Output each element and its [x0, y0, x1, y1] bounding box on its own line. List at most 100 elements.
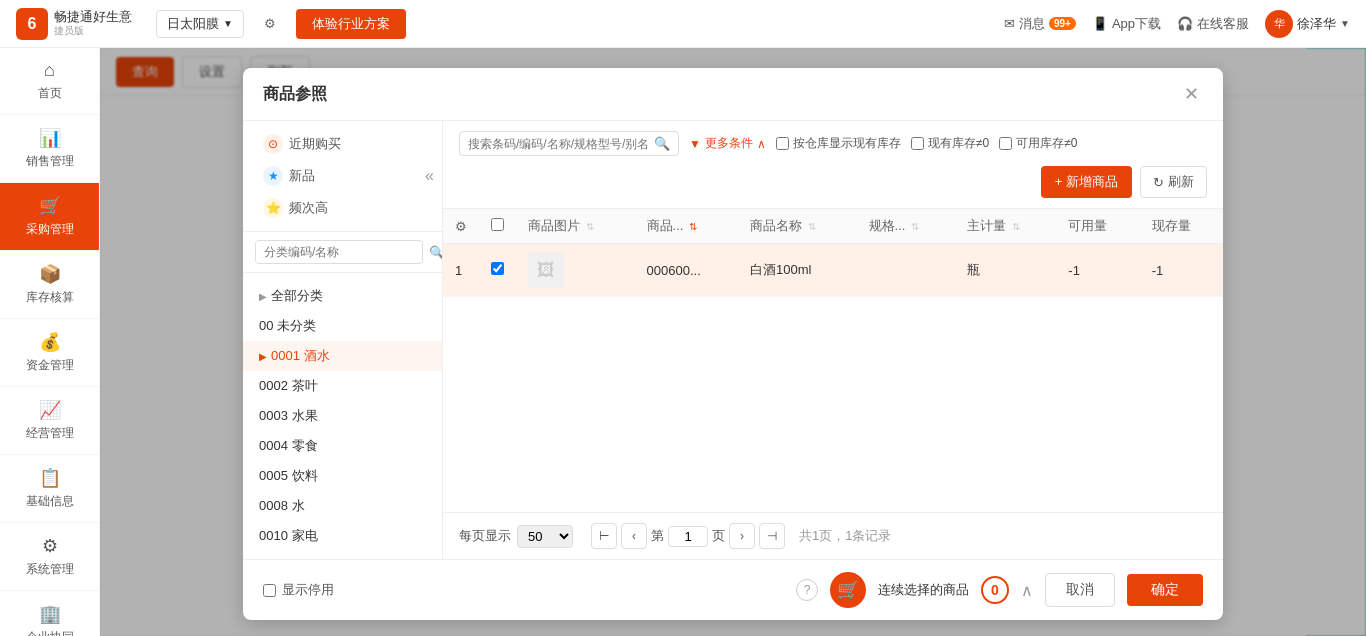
footer-right: ? 🛒 连续选择的商品 0 ∧ 取消 确定	[796, 572, 1203, 608]
sidebar-item-label: 库存核算	[26, 289, 74, 306]
col-code[interactable]: 商品... ⇅	[635, 209, 738, 244]
cart-button[interactable]: 🛒	[830, 572, 866, 608]
col-unit[interactable]: 主计量 ⇅	[955, 209, 1056, 244]
show-disabled-checkbox[interactable]: 显示停用	[263, 581, 334, 599]
col-unit-label: 主计量	[967, 218, 1006, 233]
add-product-button[interactable]: + 新增商品	[1041, 166, 1132, 198]
sidebar-item-label: 基础信息	[26, 493, 74, 510]
cta-button[interactable]: 体验行业方案	[296, 9, 406, 39]
product-search-box: 🔍	[459, 131, 679, 156]
next-page-button[interactable]: ›	[729, 523, 755, 549]
cell-check[interactable]	[479, 244, 516, 297]
cat-item-0004[interactable]: 0004 零食	[243, 431, 442, 461]
quick-nav-frequent[interactable]: ⭐ 频次高	[255, 193, 430, 223]
sidebar-item-enterprise[interactable]: 🏢 企业协同	[0, 591, 99, 636]
top-navigation: 6 畅捷通好生意 捷员版 日太阳膜 ▼ ⚙ 体验行业方案 ✉ 消息 99+ 📱 …	[0, 0, 1366, 48]
sidebar-item-home[interactable]: ⌂ 首页	[0, 48, 99, 115]
cat-item-0010[interactable]: 0010 家电	[243, 521, 442, 551]
messages-nav-item[interactable]: ✉ 消息 99+	[1004, 15, 1076, 33]
cat-item-0002[interactable]: 0002 茶叶	[243, 371, 442, 401]
sidebar-item-inventory[interactable]: 📦 库存核算	[0, 251, 99, 319]
cat-item-00[interactable]: 00 未分类	[243, 311, 442, 341]
checkbox-warehouse-input[interactable]	[776, 137, 789, 150]
cell-stock: -1	[1140, 244, 1223, 297]
checkbox-warehouse[interactable]: 按仓库显示现有库存	[776, 135, 901, 152]
settings-button[interactable]: ⚙	[256, 12, 284, 35]
col-code-label: 商品...	[647, 218, 684, 233]
col-check[interactable]	[479, 209, 516, 244]
table-row[interactable]: 1 🖼 000600... 白酒100ml	[443, 244, 1223, 297]
table-header: ⚙ 商品图片 ⇅	[443, 209, 1223, 244]
confirm-button[interactable]: 确定	[1127, 574, 1203, 606]
cat-item-0008[interactable]: 0008 水	[243, 491, 442, 521]
search-icon[interactable]: 🔍	[429, 245, 443, 260]
cancel-button[interactable]: 取消	[1045, 573, 1115, 607]
show-disabled-input[interactable]	[263, 584, 276, 597]
filter-button[interactable]: ▼ 更多条件 ∧	[689, 135, 766, 152]
main-layout: ⌂ 首页 📊 销售管理 🛒 采购管理 📦 库存核算 💰 资金管理 📈 经营管理 …	[0, 48, 1366, 636]
row-checkbox[interactable]	[491, 262, 504, 275]
app-download-nav-item[interactable]: 📱 App下载	[1092, 15, 1161, 33]
cat-item-0003[interactable]: 0003 水果	[243, 401, 442, 431]
col-name[interactable]: 商品名称 ⇅	[738, 209, 857, 244]
cat-item-0005[interactable]: 0005 饮料	[243, 461, 442, 491]
checkbox-warehouse-label: 按仓库显示现有库存	[793, 135, 901, 152]
col-stock-label: 现存量	[1152, 218, 1191, 233]
category-search-area: 🔍	[243, 232, 442, 273]
service-label: 在线客服	[1197, 15, 1249, 33]
pagination-bar: 每页显示 50 10 20 100 ⊢ ‹	[443, 512, 1223, 559]
sidebar-item-purchase[interactable]: 🛒 采购管理	[0, 183, 99, 251]
sidebar-item-system[interactable]: ⚙ 系统管理	[0, 523, 99, 591]
checkbox-stock-input[interactable]	[911, 137, 924, 150]
category-search-input[interactable]	[255, 240, 423, 264]
per-page-select[interactable]: 50 10 20 100	[517, 525, 573, 548]
sidebar-item-operation[interactable]: 📈 经营管理	[0, 387, 99, 455]
cat-item-all[interactable]: ▶ 全部分类	[243, 281, 442, 311]
quick-nav-new[interactable]: ★ 新品	[255, 161, 430, 191]
collapse-cart-button[interactable]: ∧	[1021, 581, 1033, 600]
modal-close-button[interactable]: ✕	[1179, 82, 1203, 106]
nav-right: ✉ 消息 99+ 📱 App下载 🎧 在线客服 华 徐泽华 ▼	[1004, 10, 1350, 38]
col-spec[interactable]: 规格... ⇅	[857, 209, 955, 244]
cat-item-0001-label: 0001 酒水	[271, 347, 330, 365]
user-profile-nav-item[interactable]: 华 徐泽华 ▼	[1265, 10, 1350, 38]
quick-nav-new-label: 新品	[289, 167, 315, 185]
checkbox-available-input[interactable]	[999, 137, 1012, 150]
col-settings[interactable]: ⚙	[443, 209, 479, 244]
modal-footer: 显示停用 ? 🛒 连续选择的商品 0 ∧ 取消 确定	[243, 559, 1223, 620]
search-icon[interactable]: 🔍	[654, 136, 670, 151]
per-page-selector: 每页显示 50 10 20 100	[459, 525, 573, 548]
product-panel: 🔍 ▼ 更多条件 ∧ 按仓库显示现有库存	[443, 121, 1223, 559]
cat-item-0001[interactable]: ▶ 0001 酒水	[243, 341, 442, 371]
collapse-button[interactable]: «	[425, 167, 434, 185]
per-page-label: 每页显示	[459, 527, 511, 545]
modal-overlay: 商品参照 ✕ ⊙ 近期购买 ★	[100, 48, 1366, 636]
cell-img: 🖼	[516, 244, 635, 297]
sidebar-item-label: 首页	[38, 85, 62, 102]
col-img[interactable]: 商品图片 ⇅	[516, 209, 635, 244]
mobile-icon: 📱	[1092, 16, 1108, 31]
sidebar-item-basic[interactable]: 📋 基础信息	[0, 455, 99, 523]
sidebar-item-sales[interactable]: 📊 销售管理	[0, 115, 99, 183]
chevron-down-icon: ▼	[1340, 18, 1350, 29]
checkbox-stock-nonzero[interactable]: 现有库存≠0	[911, 135, 989, 152]
settings-icon: ⚙	[455, 219, 467, 234]
store-selector[interactable]: 日太阳膜 ▼	[156, 10, 244, 38]
checkbox-available-nonzero[interactable]: 可用库存≠0	[999, 135, 1077, 152]
logo-sub: 捷员版	[54, 24, 132, 38]
first-page-button[interactable]: ⊢	[591, 523, 617, 549]
building-icon: 🏢	[39, 603, 61, 625]
product-search-input[interactable]	[468, 137, 648, 151]
select-all-checkbox[interactable]	[491, 218, 504, 231]
help-icon-button[interactable]: ?	[796, 579, 818, 601]
checkbox-stock-label: 现有库存≠0	[928, 135, 989, 152]
prev-page-button[interactable]: ‹	[621, 523, 647, 549]
refresh-button[interactable]: ↻ 刷新	[1140, 166, 1207, 198]
last-page-button[interactable]: ⊣	[759, 523, 785, 549]
page-number-input[interactable]	[668, 526, 708, 547]
sidebar-item-finance[interactable]: 💰 资金管理	[0, 319, 99, 387]
new-icon: ★	[263, 166, 283, 186]
quick-nav-recent[interactable]: ⊙ 近期购买	[255, 129, 430, 159]
online-service-nav-item[interactable]: 🎧 在线客服	[1177, 15, 1249, 33]
app-label: App下载	[1112, 15, 1161, 33]
